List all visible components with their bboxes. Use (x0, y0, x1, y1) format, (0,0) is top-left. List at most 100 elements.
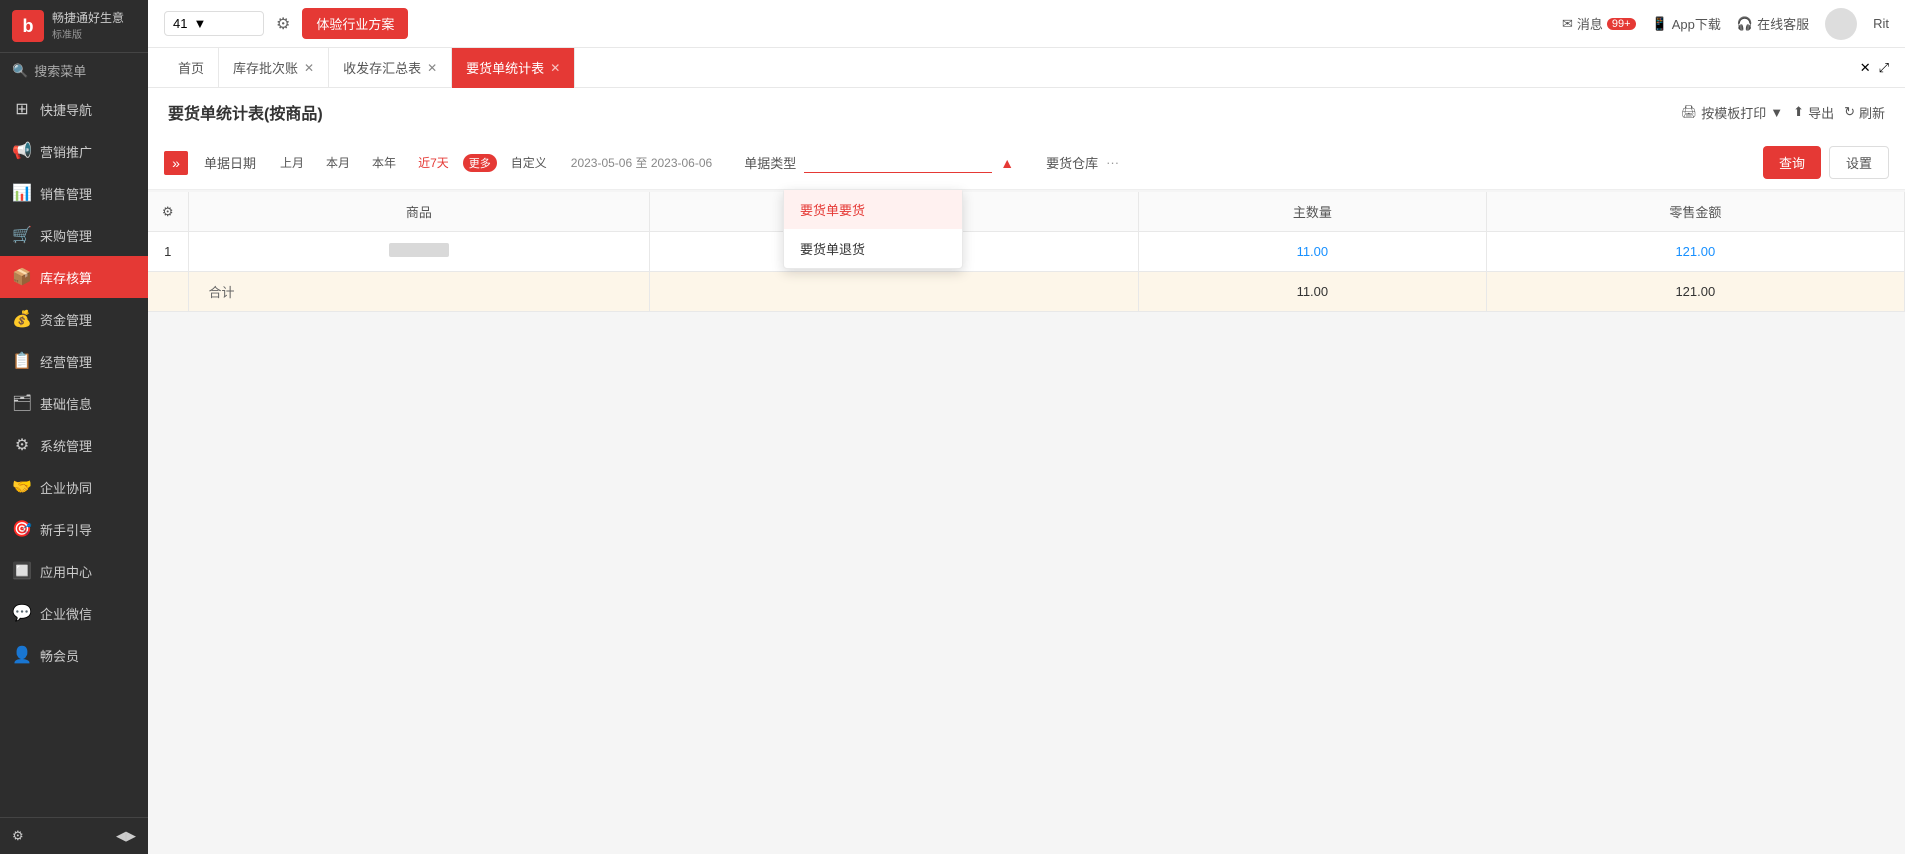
sidebar-item-label: 资金管理 (40, 310, 92, 329)
app-download-btn[interactable]: 📱 App下载 (1652, 14, 1721, 33)
tab-inventory-batch-close[interactable]: ✕ (304, 61, 314, 75)
enterprise-icon: 🤝 (12, 477, 32, 497)
search-icon: 🔍 (12, 63, 28, 79)
export-btn[interactable]: ⬆ 导出 (1793, 103, 1834, 122)
sidebar-item-label: 经营管理 (40, 352, 92, 371)
curr-month-btn[interactable]: 本月 (318, 152, 358, 173)
print-btn[interactable]: 🖨 按模板打印 ▼ (1681, 103, 1783, 122)
table-row: 1 块 11.00 121.00 (148, 232, 1905, 272)
guide-icon: 🎯 (12, 519, 32, 539)
sidebar-item-label: 新手引导 (40, 520, 92, 539)
sidebar-item-member[interactable]: 👤 畅会员 (0, 634, 148, 676)
col-amount: 零售金额 (1486, 192, 1904, 232)
query-btn[interactable]: 查询 (1763, 146, 1821, 179)
col-settings[interactable]: ⚙ (148, 192, 188, 232)
quick-nav-icon: ⊞ (12, 99, 32, 119)
warehouse-label: 要货仓库 (1046, 153, 1098, 172)
sidebar-item-label: 应用中心 (40, 562, 92, 581)
sidebar-item-label: 采购管理 (40, 226, 92, 245)
sidebar-item-purchase[interactable]: 🛒 采购管理 (0, 214, 148, 256)
sidebar-item-app-center[interactable]: 🔲 应用中心 (0, 550, 148, 592)
print-label: 按模板打印 (1701, 103, 1766, 122)
total-amount: 121.00 (1486, 272, 1904, 312)
finance-icon: 💰 (12, 309, 32, 329)
row-amount[interactable]: 121.00 (1486, 232, 1904, 272)
sidebar-item-label: 畅会员 (40, 646, 79, 665)
total-empty-1 (148, 272, 188, 312)
sidebar-item-label: 营销推广 (40, 142, 92, 161)
sidebar-item-system[interactable]: ⚙ 系统管理 (0, 424, 148, 466)
org-value: 41 (173, 16, 187, 31)
online-service-btn[interactable]: 🎧 在线客服 (1737, 14, 1809, 33)
col-quantity: 主数量 (1139, 192, 1487, 232)
sidebar-item-sales[interactable]: 📊 销售管理 (0, 172, 148, 214)
prev-month-btn[interactable]: 上月 (272, 152, 312, 173)
message-badge: 99+ (1607, 18, 1636, 30)
tab-home[interactable]: 首页 (164, 48, 219, 88)
last-7days-btn[interactable]: 近7天 (410, 152, 457, 173)
message-icon: ✉ (1562, 16, 1573, 32)
header-gear-icon[interactable]: ⚙ (276, 14, 290, 34)
total-row: 合计 11.00 121.00 (148, 272, 1905, 312)
setting-btn[interactable]: 设置 (1829, 146, 1889, 179)
app-center-icon: 🔲 (12, 561, 32, 581)
type-filter-input[interactable] (804, 153, 992, 173)
collapse-icon[interactable]: ◀▶ (116, 828, 136, 844)
tab-receivable-summary[interactable]: 收发存汇总表 ✕ (329, 48, 452, 88)
sidebar-item-label: 企业微信 (40, 604, 92, 623)
sidebar-item-basic[interactable]: 🗂 基础信息 (0, 382, 148, 424)
sidebar-item-inventory[interactable]: 📦 库存核算 (0, 256, 148, 298)
member-icon: 👤 (12, 645, 32, 665)
type-dropdown-arrow-icon[interactable]: ▲ (1000, 155, 1014, 171)
filter-expand-btn[interactable]: » (164, 151, 188, 175)
sidebar-item-operation[interactable]: 📋 经营管理 (0, 340, 148, 382)
refresh-btn[interactable]: ↻ 刷新 (1844, 103, 1885, 122)
table-header-row: ⚙ 商品 主计量单位 主数量 零售金额 (148, 192, 1905, 232)
print-chevron-icon: ▼ (1770, 105, 1783, 120)
sidebar-item-marketing[interactable]: 📢 营销推广 (0, 130, 148, 172)
sidebar-item-finance[interactable]: 💰 资金管理 (0, 298, 148, 340)
dropdown-item-requisition-return[interactable]: 要货单退货 (784, 229, 962, 268)
date-quick-group: 上月 本月 本年 近7天 更多 自定义 (272, 152, 555, 173)
sidebar-item-wechat[interactable]: 💬 企业微信 (0, 592, 148, 634)
settings-bottom-icon[interactable]: ⚙ (12, 828, 24, 844)
inventory-icon: 📦 (12, 267, 32, 287)
tabs-bar: 首页 库存批次账 ✕ 收发存汇总表 ✕ 要货单统计表 ✕ ✕ ⤢ (148, 48, 1905, 88)
curr-year-btn[interactable]: 本年 (364, 152, 404, 173)
row-num: 1 (148, 232, 188, 272)
sidebar-item-quick-nav[interactable]: ⊞ 快捷导航 (0, 88, 148, 130)
sidebar-item-enterprise[interactable]: 🤝 企业协同 (0, 466, 148, 508)
table-wrap: ⚙ 商品 主计量单位 主数量 零售金额 1 块 11.00 (148, 192, 1905, 312)
warehouse-dots-icon[interactable]: ··· (1106, 155, 1119, 170)
message-btn[interactable]: ✉ 消息 99+ (1562, 14, 1636, 33)
sidebar-search[interactable]: 🔍 搜索菜单 (0, 53, 148, 88)
tab-receivable-close[interactable]: ✕ (427, 61, 437, 75)
warehouse-filter: 要货仓库 ··· (1046, 153, 1119, 172)
row-quantity[interactable]: 11.00 (1139, 232, 1487, 272)
tab-close-all-icon[interactable]: ✕ (1860, 60, 1871, 76)
org-selector[interactable]: 41 ▼ (164, 11, 264, 36)
wechat-icon: 💬 (12, 603, 32, 623)
tab-requisition-close[interactable]: ✕ (550, 61, 560, 75)
date-range-display: 2023-05-06 至 2023-06-06 (571, 154, 712, 171)
tab-receivable-label: 收发存汇总表 (343, 58, 421, 77)
sidebar-item-guide[interactable]: 🎯 新手引导 (0, 508, 148, 550)
trial-btn[interactable]: 体验行业方案 (302, 8, 408, 39)
dropdown-item-requisition-order[interactable]: 要货单要货 (784, 190, 962, 229)
tab-home-label: 首页 (178, 58, 204, 77)
tab-inventory-batch[interactable]: 库存批次账 ✕ (219, 48, 329, 88)
tab-expand-icon[interactable]: ⤢ (1879, 60, 1889, 76)
sidebar-item-label: 库存核算 (40, 268, 92, 287)
sidebar: b 畅捷通好生意 标准版 🔍 搜索菜单 ⊞ 快捷导航 📢 营销推广 📊 销售管理… (0, 0, 148, 854)
logo-icon: b (12, 10, 44, 42)
more-date-badge[interactable]: 更多 (463, 154, 497, 172)
custom-date-btn[interactable]: 自定义 (503, 152, 555, 173)
tab-requisition-stat[interactable]: 要货单统计表 ✕ (452, 48, 575, 88)
filter-row: » 单据日期 上月 本月 本年 近7天 更多 自定义 2023-05-06 至 … (148, 136, 1905, 190)
sidebar-item-label: 系统管理 (40, 436, 92, 455)
page-header: 要货单统计表(按商品) 🖨 按模板打印 ▼ ⬆ 导出 ↻ 刷新 (148, 88, 1905, 136)
total-label: 合计 (188, 272, 650, 312)
user-avatar[interactable] (1825, 8, 1857, 40)
main-content: 41 ▼ ⚙ 体验行业方案 ✉ 消息 99+ 📱 App下载 🎧 在线客服 Ri… (148, 0, 1905, 854)
row-product (188, 232, 650, 272)
